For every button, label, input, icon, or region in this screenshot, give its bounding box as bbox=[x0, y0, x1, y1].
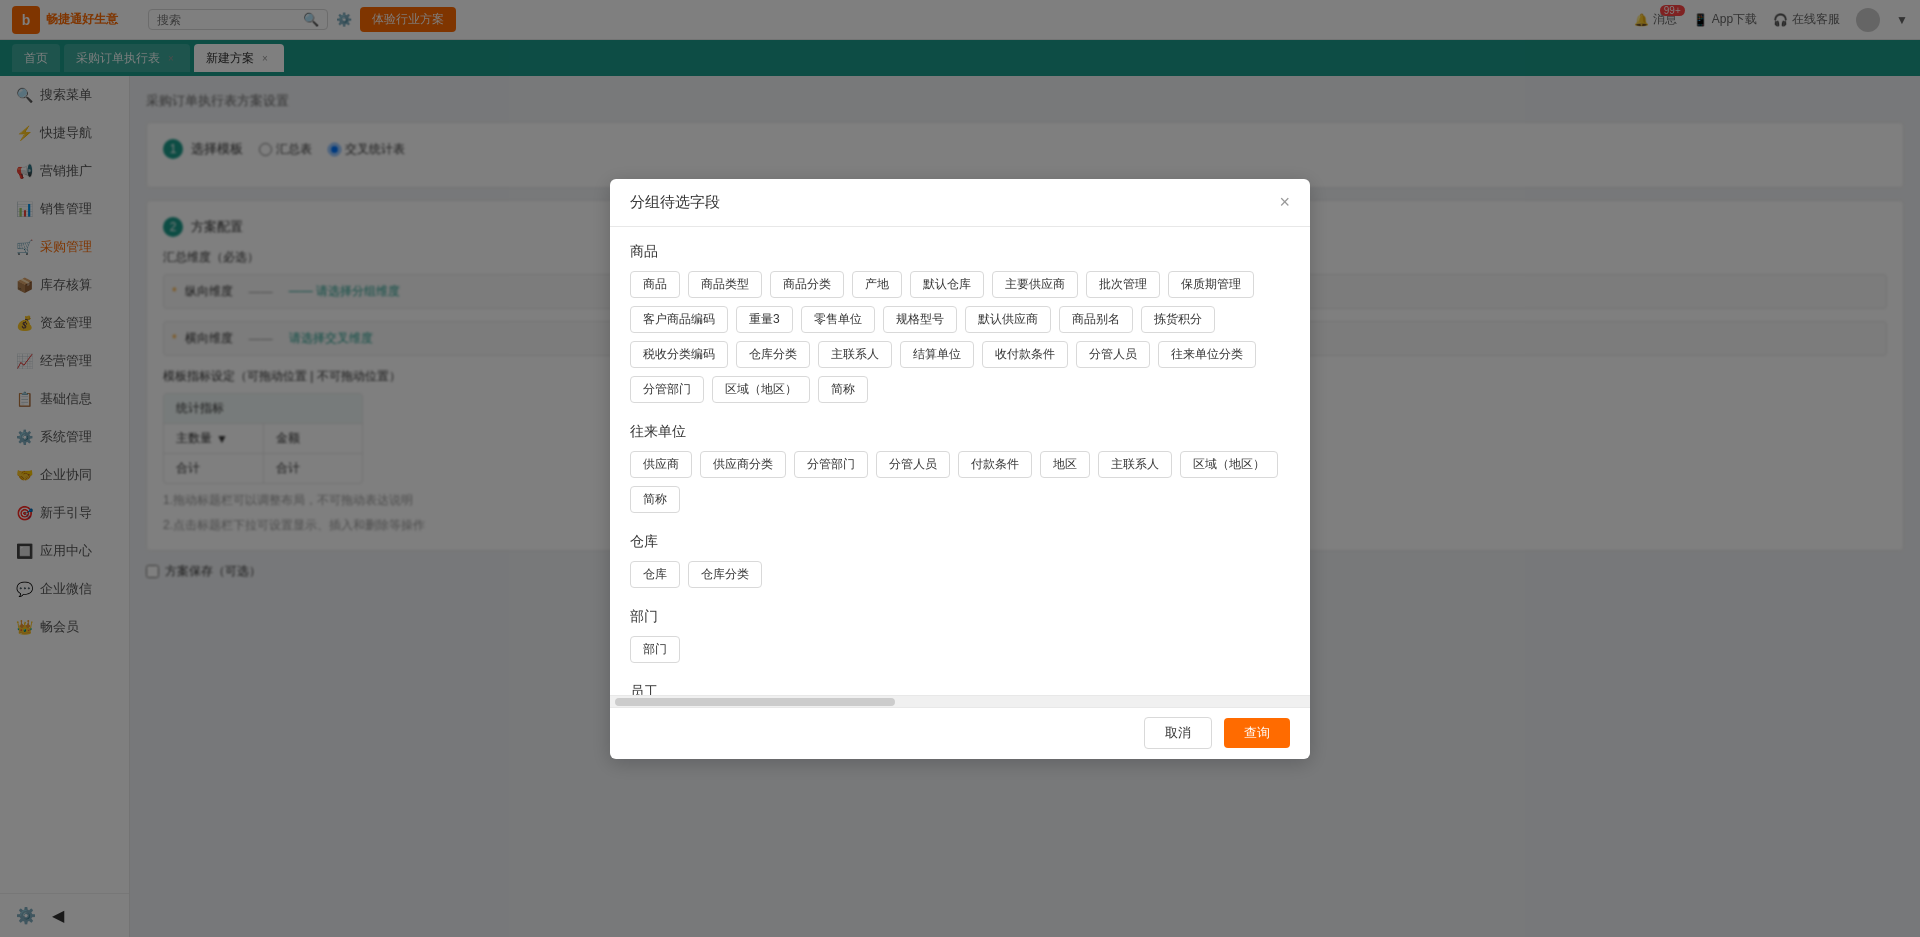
section-goods: 商品 商品 商品类型 商品分类 产地 默认仓库 主要供应商 批次管理 保质期管理… bbox=[630, 243, 1290, 403]
goods-tags: 商品 商品类型 商品分类 产地 默认仓库 主要供应商 批次管理 保质期管理 客户… bbox=[630, 271, 1290, 403]
modal-body[interactable]: 商品 商品 商品类型 商品分类 产地 默认仓库 主要供应商 批次管理 保质期管理… bbox=[610, 227, 1310, 695]
tag-short-name2[interactable]: 简称 bbox=[630, 486, 680, 513]
tag-region[interactable]: 区域（地区） bbox=[712, 376, 810, 403]
modal-horizontal-scrollbar[interactable] bbox=[610, 695, 1310, 707]
tag-area[interactable]: 地区 bbox=[1040, 451, 1090, 478]
tag-warehouse-cat[interactable]: 仓库分类 bbox=[688, 561, 762, 588]
dept-tags: 部门 bbox=[630, 636, 1290, 663]
section-dept: 部门 部门 bbox=[630, 608, 1290, 663]
modal-overlay: 分组待选字段 × 商品 商品 商品类型 商品分类 产地 默认仓库 主要供应商 批… bbox=[0, 0, 1920, 937]
tag-dept-managed[interactable]: 分管部门 bbox=[630, 376, 704, 403]
section-warehouse: 仓库 仓库 仓库分类 bbox=[630, 533, 1290, 588]
section-warehouse-title: 仓库 bbox=[630, 533, 1290, 551]
tag-batch-mgmt[interactable]: 批次管理 bbox=[1086, 271, 1160, 298]
tag-customer-code[interactable]: 客户商品编码 bbox=[630, 306, 728, 333]
tag-dept[interactable]: 部门 bbox=[630, 636, 680, 663]
tag-origin[interactable]: 产地 bbox=[852, 271, 902, 298]
tag-default-supplier[interactable]: 默认供应商 bbox=[965, 306, 1051, 333]
modal-title: 分组待选字段 bbox=[630, 193, 720, 212]
tag-pick-points[interactable]: 拣货积分 bbox=[1141, 306, 1215, 333]
tag-supplier[interactable]: 供应商 bbox=[630, 451, 692, 478]
modal-footer: 取消 查询 bbox=[610, 707, 1310, 759]
tag-main-contact2[interactable]: 主联系人 bbox=[1098, 451, 1172, 478]
tag-main-contact[interactable]: 主联系人 bbox=[818, 341, 892, 368]
tag-supervisor[interactable]: 分管人员 bbox=[1076, 341, 1150, 368]
tag-partner-dept[interactable]: 分管部门 bbox=[794, 451, 868, 478]
modal-hscroll-thumb[interactable] bbox=[615, 698, 895, 706]
tag-payment-terms[interactable]: 收付款条件 bbox=[982, 341, 1068, 368]
partner-tags: 供应商 供应商分类 分管部门 分管人员 付款条件 地区 主联系人 区域（地区） … bbox=[630, 451, 1290, 513]
tag-expiry-mgmt[interactable]: 保质期管理 bbox=[1168, 271, 1254, 298]
tag-retail-unit[interactable]: 零售单位 bbox=[801, 306, 875, 333]
tag-main-supplier[interactable]: 主要供应商 bbox=[992, 271, 1078, 298]
tag-supplier-category[interactable]: 供应商分类 bbox=[700, 451, 786, 478]
section-goods-title: 商品 bbox=[630, 243, 1290, 261]
modal-close-button[interactable]: × bbox=[1279, 192, 1290, 213]
tag-goods-category[interactable]: 商品分类 bbox=[770, 271, 844, 298]
tag-tax-code[interactable]: 税收分类编码 bbox=[630, 341, 728, 368]
section-employee-title: 员工 bbox=[630, 683, 1290, 695]
tag-partner-supervisor[interactable]: 分管人员 bbox=[876, 451, 950, 478]
modal-cancel-button[interactable]: 取消 bbox=[1144, 717, 1212, 749]
tag-weight3[interactable]: 重量3 bbox=[736, 306, 793, 333]
modal: 分组待选字段 × 商品 商品 商品类型 商品分类 产地 默认仓库 主要供应商 批… bbox=[610, 179, 1310, 759]
modal-confirm-button[interactable]: 查询 bbox=[1224, 718, 1290, 748]
tag-goods-type[interactable]: 商品类型 bbox=[688, 271, 762, 298]
tag-region2[interactable]: 区域（地区） bbox=[1180, 451, 1278, 478]
section-employee: 员工 业务员 bbox=[630, 683, 1290, 695]
section-partner-title: 往来单位 bbox=[630, 423, 1290, 441]
tag-payment-condition[interactable]: 付款条件 bbox=[958, 451, 1032, 478]
section-partner: 往来单位 供应商 供应商分类 分管部门 分管人员 付款条件 地区 主联系人 区域… bbox=[630, 423, 1290, 513]
tag-goods-alias[interactable]: 商品别名 bbox=[1059, 306, 1133, 333]
tag-settlement-unit[interactable]: 结算单位 bbox=[900, 341, 974, 368]
tag-default-warehouse[interactable]: 默认仓库 bbox=[910, 271, 984, 298]
modal-header: 分组待选字段 × bbox=[610, 179, 1310, 227]
warehouse-tags: 仓库 仓库分类 bbox=[630, 561, 1290, 588]
tag-partner-category[interactable]: 往来单位分类 bbox=[1158, 341, 1256, 368]
tag-short-name[interactable]: 简称 bbox=[818, 376, 868, 403]
tag-spec-model[interactable]: 规格型号 bbox=[883, 306, 957, 333]
tag-warehouse-category[interactable]: 仓库分类 bbox=[736, 341, 810, 368]
tag-goods[interactable]: 商品 bbox=[630, 271, 680, 298]
tag-warehouse[interactable]: 仓库 bbox=[630, 561, 680, 588]
section-dept-title: 部门 bbox=[630, 608, 1290, 626]
